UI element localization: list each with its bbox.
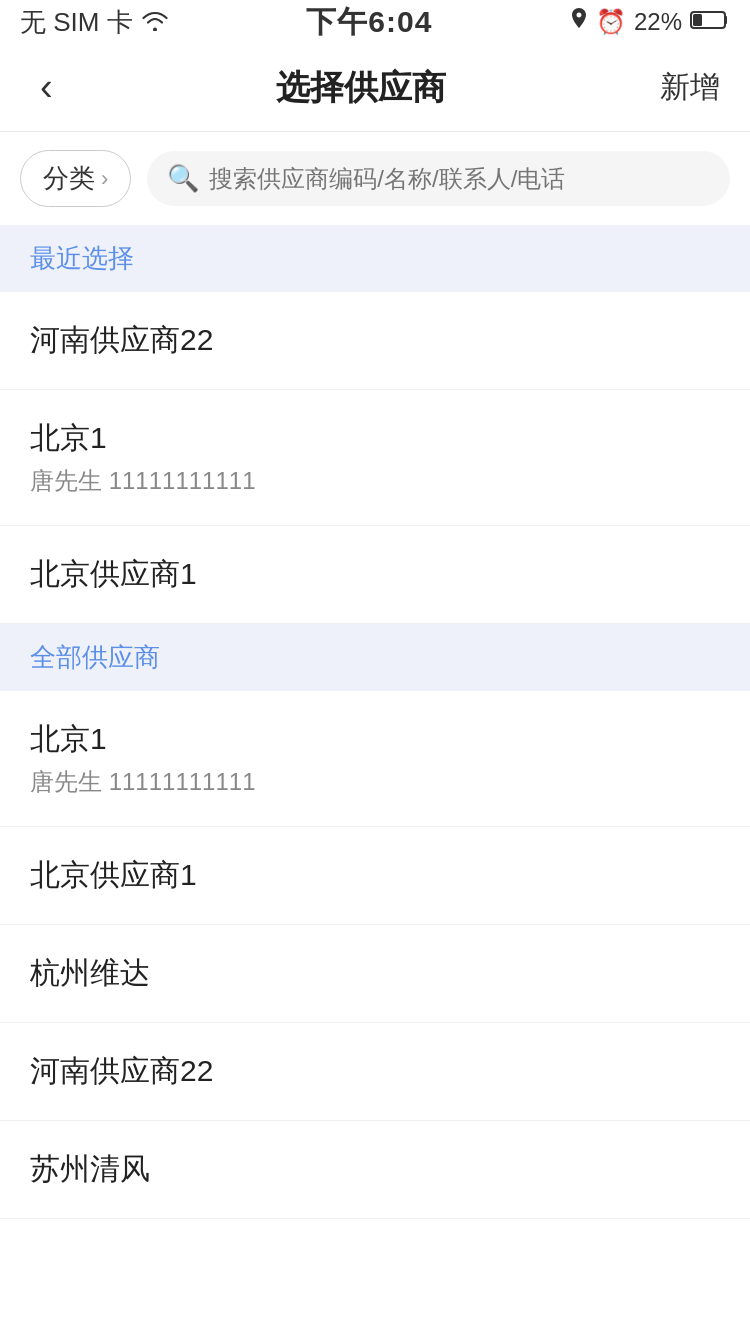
sim-status: 无 SIM 卡: [20, 5, 133, 40]
list-item[interactable]: 杭州维达: [0, 925, 750, 1023]
back-button[interactable]: ‹: [30, 56, 63, 119]
list-item[interactable]: 北京1 唐先生 11111111111: [0, 390, 750, 526]
search-icon: 🔍: [167, 163, 199, 194]
status-right: ⏰ 22%: [570, 8, 730, 36]
list-item-name: 北京1: [30, 719, 720, 760]
list-item-name: 北京1: [30, 418, 720, 459]
recent-section-label: 最近选择: [30, 243, 134, 273]
chevron-right-icon: ›: [101, 166, 108, 192]
location-icon: [570, 8, 588, 36]
status-time: 下午6:04: [306, 2, 432, 43]
search-bar: 分类 › 🔍: [0, 132, 750, 225]
list-item[interactable]: 苏州清风: [0, 1121, 750, 1219]
list-item-name: 北京供应商1: [30, 855, 720, 896]
search-input-wrap[interactable]: 🔍: [147, 151, 730, 206]
alarm-icon: ⏰: [596, 8, 626, 36]
recent-items-list: 河南供应商22 北京1 唐先生 11111111111 北京供应商1: [0, 292, 750, 624]
all-items-list: 北京1 唐先生 11111111111 北京供应商1 杭州维达河南供应商22 苏州清风: [0, 691, 750, 1219]
status-left: 无 SIM 卡: [20, 5, 169, 40]
list-item-name: 苏州清风: [30, 1149, 720, 1190]
svg-rect-1: [693, 14, 702, 26]
battery-icon: [690, 8, 730, 36]
recent-section-header: 最近选择: [0, 225, 750, 292]
search-input[interactable]: [209, 165, 710, 193]
list-item-name: 北京供应商1: [30, 554, 720, 595]
all-section-label: 全部供应商: [30, 642, 160, 672]
list-item-name: 河南供应商22: [30, 320, 720, 361]
list-item[interactable]: 北京供应商1: [0, 526, 750, 624]
list-item-sub: 唐先生 11111111111: [30, 766, 720, 798]
category-button[interactable]: 分类 ›: [20, 150, 131, 207]
all-section-header: 全部供应商: [0, 624, 750, 691]
list-item-name: 河南供应商22: [30, 1051, 720, 1092]
list-item[interactable]: 河南供应商22: [0, 292, 750, 390]
nav-bar: ‹ 选择供应商 新增: [0, 44, 750, 132]
list-item-sub: 唐先生 11111111111: [30, 465, 720, 497]
page-title: 选择供应商: [276, 65, 446, 111]
battery-text: 22%: [634, 8, 682, 36]
list-item-name: 杭州维达: [30, 953, 720, 994]
category-label: 分类: [43, 161, 95, 196]
list-item[interactable]: 北京1 唐先生 11111111111: [0, 691, 750, 827]
wifi-icon: [141, 7, 169, 38]
status-bar: 无 SIM 卡 下午6:04 ⏰ 22%: [0, 0, 750, 44]
list-item[interactable]: 北京供应商1: [0, 827, 750, 925]
new-button[interactable]: 新增: [660, 67, 720, 108]
list-item[interactable]: 河南供应商22: [0, 1023, 750, 1121]
